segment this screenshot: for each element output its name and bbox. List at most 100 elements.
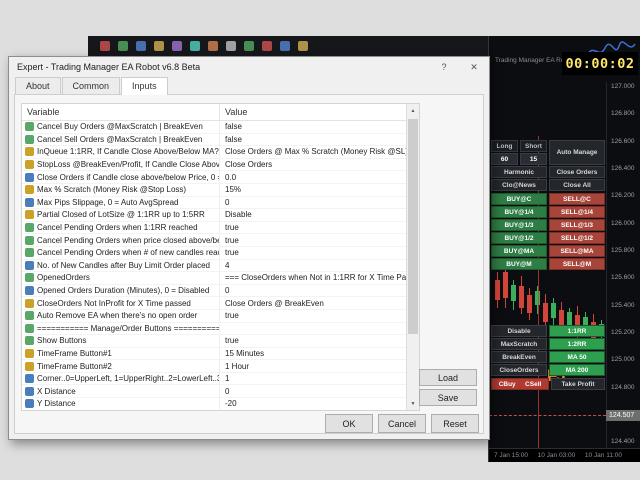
load-button[interactable]: Load [419, 369, 477, 386]
table-row[interactable]: Partial Closed of LotSize @ 1:1RR up to … [22, 209, 406, 222]
table-row[interactable]: Cancel Pending Orders when price closed … [22, 234, 406, 247]
toolbar-icon[interactable] [154, 41, 164, 51]
value-cell[interactable]: true [220, 236, 406, 245]
table-row[interactable]: InQueue 1:1RR, If Candle Close Above/Bel… [22, 146, 406, 159]
manage-button[interactable]: 1:1RR [549, 325, 605, 337]
value-cell[interactable]: true [220, 311, 406, 320]
manage-button[interactable]: CloseOrders [491, 364, 547, 376]
cancel-button[interactable]: Cancel [378, 414, 426, 433]
value-cell[interactable]: Close Orders [220, 160, 406, 169]
buy-button[interactable]: BUY@C [491, 193, 547, 205]
manage-button[interactable]: MA 200 [549, 364, 605, 376]
panel-button[interactable]: Harmonic [491, 166, 547, 178]
value-cell[interactable]: 0 [220, 286, 406, 295]
toolbar-icon[interactable] [118, 41, 128, 51]
cbuy-label[interactable]: CBuy [499, 381, 516, 388]
table-row[interactable]: TimeFrame Button#2 1 Hour [22, 360, 406, 373]
scroll-up-icon[interactable]: ▲ [407, 104, 419, 117]
timeframe-button-15[interactable]: 15 [520, 153, 547, 165]
sell-button[interactable]: SELL@1/4 [549, 206, 605, 218]
toolbar-icon[interactable] [226, 41, 236, 51]
value-cell[interactable]: === CloseOrders when Not in 1:1RR for X … [220, 273, 406, 282]
table-row[interactable]: StopLoss @BreakEven/Profit, If Candle Cl… [22, 158, 406, 172]
value-cell[interactable]: true [220, 336, 406, 345]
table-row[interactable]: TimeFrame Button#1 15 Minutes [22, 347, 406, 361]
save-button[interactable]: Save [419, 389, 477, 406]
timeframe-button-60[interactable]: 60 [491, 153, 518, 165]
buy-button[interactable]: BUY@1/4 [491, 206, 547, 218]
table-row[interactable]: No. of New Candles after Buy Limit Order… [22, 259, 406, 273]
table-row[interactable]: Cancel Buy Orders @MaxScratch | BreakEve… [22, 121, 406, 134]
sell-button[interactable]: SELL@M [549, 258, 605, 270]
panel-button[interactable]: Clo@News [491, 179, 547, 191]
manage-button[interactable]: 1:2RR [549, 338, 605, 350]
value-cell[interactable]: Disable [220, 210, 406, 219]
manage-button[interactable]: Disable [491, 325, 547, 337]
close-buy-sell-button[interactable]: CBuy CSell [491, 378, 549, 390]
table-row[interactable]: Corner..0=UpperLeft, 1=UpperRight..2=Low… [22, 372, 406, 386]
table-row[interactable]: CloseOrders Not InProfit for X Time pass… [22, 297, 406, 310]
scrollbar-track[interactable] [407, 117, 419, 397]
value-column-header[interactable]: Value [220, 104, 406, 120]
table-row[interactable]: Cancel Sell Orders @MaxScratch | BreakEv… [22, 133, 406, 147]
table-row[interactable]: Max % Scratch (Money Risk @Stop Loss) 15% [22, 183, 406, 197]
tab[interactable]: About [15, 77, 61, 94]
value-cell[interactable]: 4 [220, 261, 406, 270]
value-cell[interactable]: 1 Hour [220, 362, 406, 371]
value-cell[interactable]: 1 [220, 374, 406, 383]
panel-button[interactable]: Close Orders [549, 166, 605, 178]
value-cell[interactable]: false [220, 135, 406, 144]
manage-button[interactable]: MA 50 [549, 351, 605, 363]
table-row[interactable]: =========== Manage/Order Buttons =======… [22, 322, 406, 336]
toolbar-icon[interactable] [136, 41, 146, 51]
manage-button[interactable]: BreakEven [491, 351, 547, 363]
manage-button[interactable]: MaxScratch [491, 338, 547, 350]
table-row[interactable]: X Distance 0 [22, 385, 406, 399]
buy-button[interactable]: BUY@1/3 [491, 219, 547, 231]
auto-manage-button[interactable]: Auto Manage [549, 140, 605, 165]
tab[interactable]: Inputs [121, 77, 168, 95]
help-icon[interactable]: ? [429, 57, 459, 77]
toolbar-icon[interactable] [244, 41, 254, 51]
dialog-titlebar[interactable]: Expert - Trading Manager EA Robot v6.8 B… [9, 57, 489, 77]
value-cell[interactable]: -20 [220, 399, 406, 408]
toolbar-icon[interactable] [280, 41, 290, 51]
close-icon[interactable]: ✕ [459, 57, 489, 77]
sell-button[interactable]: SELL@1/2 [549, 232, 605, 244]
ok-button[interactable]: OK [325, 414, 373, 433]
sell-button[interactable]: SELL@C [549, 193, 605, 205]
scrollbar-thumb[interactable] [408, 119, 418, 334]
value-cell[interactable]: true [220, 223, 406, 232]
tab[interactable]: Common [61, 77, 121, 94]
table-row[interactable]: Y Distance -20 [22, 398, 406, 410]
take-profit-button[interactable]: Take Profit [551, 378, 605, 390]
value-cell[interactable]: 15 Minutes [220, 349, 406, 358]
sell-button[interactable]: SELL@1/3 [549, 219, 605, 231]
toolbar-icon[interactable] [208, 41, 218, 51]
value-cell[interactable]: 15% [220, 185, 406, 194]
buy-button[interactable]: BUY@M [491, 258, 547, 270]
value-cell[interactable]: true [220, 248, 406, 257]
toolbar-icon[interactable] [298, 41, 308, 51]
toolbar-icon[interactable] [262, 41, 272, 51]
table-row[interactable]: OpenedOrders === CloseOrders when Not in … [22, 272, 406, 285]
table-row[interactable]: Cancel Pending Orders when 1:1RR reached… [22, 221, 406, 235]
value-cell[interactable]: 0 [220, 387, 406, 396]
sell-button[interactable]: SELL@MA [549, 245, 605, 257]
csell-label[interactable]: CSell [525, 381, 541, 388]
value-cell[interactable]: false [220, 122, 406, 131]
toolbar-icon[interactable] [172, 41, 182, 51]
scroll-down-icon[interactable]: ▼ [407, 397, 419, 410]
buy-button[interactable]: BUY@MA [491, 245, 547, 257]
buy-button[interactable]: BUY@1/2 [491, 232, 547, 244]
value-cell[interactable]: 0.0 [220, 173, 406, 182]
reset-button[interactable]: Reset [431, 414, 479, 433]
table-row[interactable]: Opened Orders Duration (Minutes), 0 = Di… [22, 284, 406, 298]
table-row[interactable]: Cancel Pending Orders when # of new cand… [22, 246, 406, 260]
toolbar-icon[interactable] [100, 41, 110, 51]
value-cell[interactable]: 0 [220, 198, 406, 207]
panel-button[interactable]: Close All [549, 179, 605, 191]
table-row[interactable]: Show Buttons true [22, 335, 406, 348]
table-row[interactable]: Max Pips Slippage, 0 = Auto AvgSpread 0 [22, 196, 406, 210]
value-cell[interactable]: Close Orders @ BreakEven [220, 299, 406, 308]
